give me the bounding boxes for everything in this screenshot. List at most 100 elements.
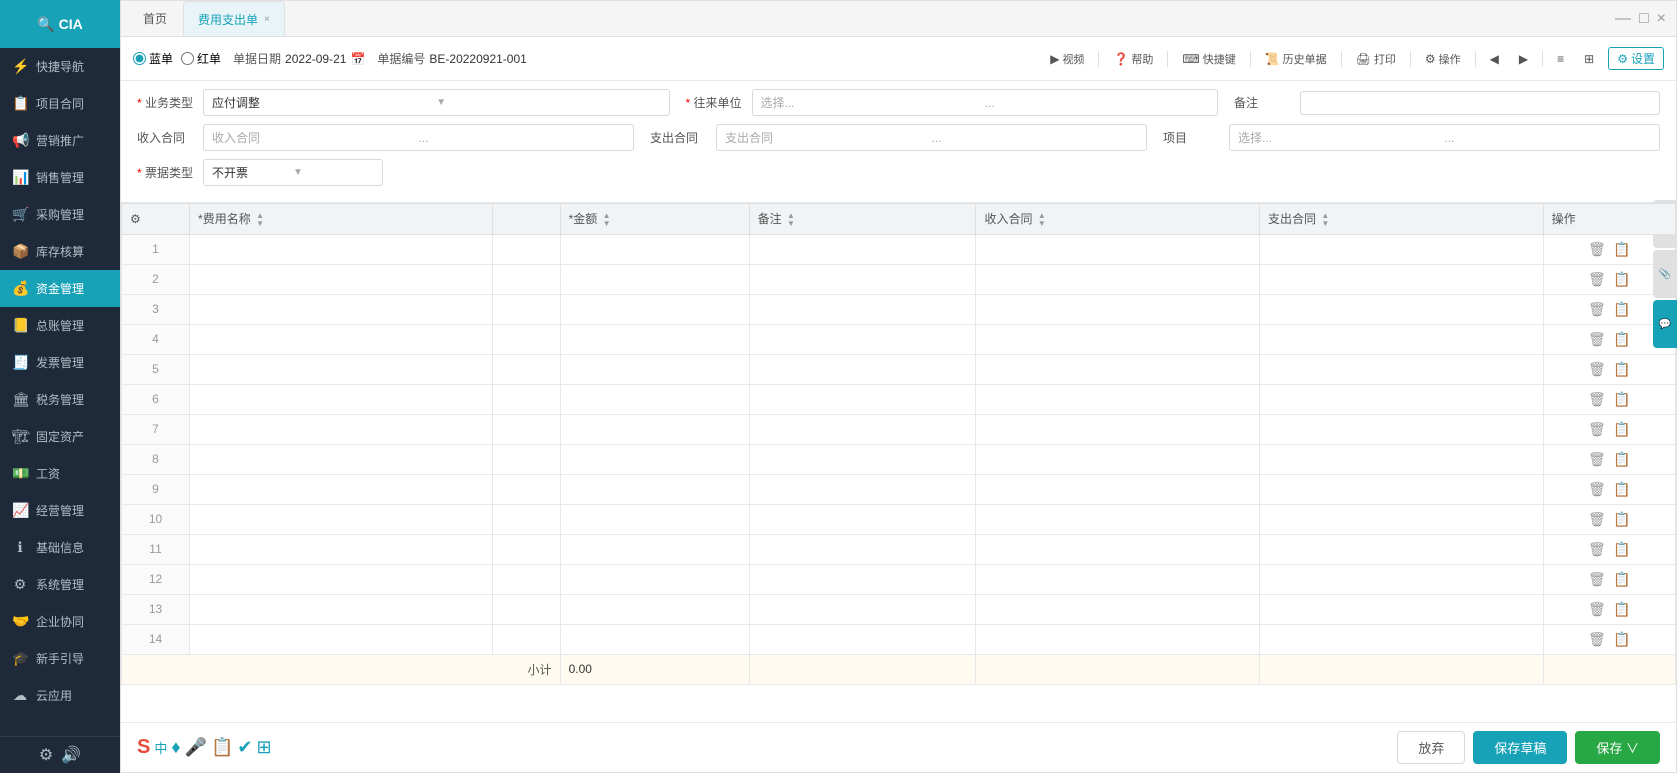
copy-icon[interactable]: 📋	[1613, 331, 1630, 347]
th-name[interactable]: *费用名称 ▲▼	[190, 204, 492, 235]
cell-expense-contract[interactable]	[1260, 324, 1544, 354]
diamond-icon[interactable]: ♦	[171, 737, 180, 758]
shortcut-button[interactable]: ⌨ 快捷键	[1176, 48, 1241, 70]
sidebar-item-sales[interactable]: 📊 销售管理	[0, 159, 120, 196]
cell-income-contract[interactable]	[976, 234, 1260, 264]
cell-income-contract[interactable]	[976, 474, 1260, 504]
cell-remark[interactable]	[749, 564, 976, 594]
th-expense-contract[interactable]: 支出合同 ▲▼	[1260, 204, 1544, 235]
cell-amount[interactable]	[560, 354, 749, 384]
cell-name[interactable]	[190, 444, 492, 474]
sidebar-item-tax[interactable]: 🏛 税务管理	[0, 381, 120, 418]
cell-expense-contract[interactable]	[1260, 354, 1544, 384]
sidebar-item-system[interactable]: ⚙ 系统管理	[0, 566, 120, 603]
cell-income-contract[interactable]	[976, 534, 1260, 564]
sidebar-item-payroll[interactable]: 💵 工资	[0, 455, 120, 492]
sidebar-item-fixed-assets[interactable]: 🏗 固定资产	[0, 418, 120, 455]
cell-income-contract[interactable]	[976, 594, 1260, 624]
cell-income-contract[interactable]	[976, 354, 1260, 384]
sidebar-item-cloud-apps[interactable]: ☁ 云应用	[0, 677, 120, 714]
tab-close-icon[interactable]: ×	[264, 14, 270, 25]
copy-icon[interactable]: 📋	[1613, 571, 1630, 587]
cell-remark[interactable]	[749, 534, 976, 564]
cell-remark[interactable]	[749, 324, 976, 354]
cell-amount[interactable]	[560, 414, 749, 444]
action-button[interactable]: ⚙ 操作	[1419, 48, 1467, 70]
cell-remark[interactable]	[749, 384, 976, 414]
cell-amount[interactable]	[560, 474, 749, 504]
cell-income-contract[interactable]	[976, 504, 1260, 534]
cell-amount[interactable]	[560, 294, 749, 324]
cell-expense-contract[interactable]	[1260, 264, 1544, 294]
cell-amount[interactable]	[560, 264, 749, 294]
copy-icon[interactable]: 📋	[1613, 511, 1630, 527]
sidebar-item-project-contract[interactable]: 📋 项目合同	[0, 85, 120, 122]
cell-amount[interactable]	[560, 504, 749, 534]
delete-icon[interactable]: 🗑	[1588, 631, 1606, 647]
blue-bill-radio[interactable]	[133, 52, 146, 65]
copy-icon[interactable]: 📋	[1613, 301, 1630, 317]
delete-icon[interactable]: 🗑	[1588, 541, 1606, 557]
window-close-button[interactable]: ×	[1655, 8, 1668, 30]
side-float-clip[interactable]: 📎	[1653, 250, 1677, 298]
delete-icon[interactable]: 🗑	[1588, 391, 1606, 407]
cell-name[interactable]	[190, 564, 492, 594]
cell-income-contract[interactable]	[976, 294, 1260, 324]
cell-amount[interactable]	[560, 444, 749, 474]
sidebar-item-basic-info[interactable]: ℹ 基础信息	[0, 529, 120, 566]
cell-remark[interactable]	[749, 354, 976, 384]
copy-icon[interactable]: 📋	[1613, 541, 1630, 557]
cell-amount[interactable]	[560, 234, 749, 264]
cell-remark[interactable]	[749, 264, 976, 294]
copy-icon[interactable]: 📋	[1613, 451, 1630, 467]
copy-icon[interactable]: 📋	[1613, 241, 1630, 257]
cell-name[interactable]	[190, 264, 492, 294]
sidebar-item-quick-nav[interactable]: ⚡ 快捷导航	[0, 48, 120, 85]
cell-amount[interactable]	[560, 594, 749, 624]
tab-home[interactable]: 首页	[129, 1, 181, 36]
delete-icon[interactable]: 🗑	[1588, 571, 1606, 587]
cell-remark[interactable]	[749, 294, 976, 324]
copy-icon[interactable]: 📋	[1613, 361, 1630, 377]
cell-amount[interactable]	[560, 564, 749, 594]
th-income-contract[interactable]: 收入合同 ▲▼	[976, 204, 1260, 235]
sidebar-item-invoice[interactable]: 🧾 发票管理	[0, 344, 120, 381]
delete-icon[interactable]: 🗑	[1588, 241, 1606, 257]
cell-remark[interactable]	[749, 594, 976, 624]
grid-icon[interactable]: ⊞	[256, 737, 271, 758]
cell-remark[interactable]	[749, 474, 976, 504]
cell-income-contract[interactable]	[976, 564, 1260, 594]
history-button[interactable]: 📜 历史单据	[1259, 48, 1333, 70]
sidebar-item-inventory[interactable]: 📦 库存核算	[0, 233, 120, 270]
list-view-button[interactable]: ≡	[1551, 49, 1570, 69]
delete-icon[interactable]: 🗑	[1588, 271, 1606, 287]
side-float-chat[interactable]: 💬	[1653, 300, 1677, 348]
delete-icon[interactable]: 🗑	[1588, 331, 1606, 347]
cell-expense-contract[interactable]	[1260, 504, 1544, 534]
cell-name[interactable]	[190, 414, 492, 444]
copy-icon[interactable]: 📋	[1613, 421, 1630, 437]
cell-expense-contract[interactable]	[1260, 384, 1544, 414]
cell-income-contract[interactable]	[976, 414, 1260, 444]
tab-expense[interactable]: 费用支出单 ×	[183, 1, 285, 36]
cell-remark[interactable]	[749, 504, 976, 534]
cell-expense-contract[interactable]	[1260, 534, 1544, 564]
cell-remark[interactable]	[749, 444, 976, 474]
delete-icon[interactable]: 🗑	[1588, 301, 1606, 317]
cell-income-contract[interactable]	[976, 624, 1260, 654]
sidebar-item-ledger[interactable]: 📒 总账管理	[0, 307, 120, 344]
cell-expense-contract[interactable]	[1260, 444, 1544, 474]
next-button[interactable]: ▶	[1513, 49, 1534, 69]
window-maximize-button[interactable]: □	[1637, 8, 1651, 30]
mic-icon[interactable]: 🎤	[185, 737, 207, 758]
grid-view-button[interactable]: ⊞	[1578, 49, 1600, 69]
business-type-select[interactable]: 应付调整 ▼	[203, 89, 670, 116]
delete-icon[interactable]: 🗑	[1588, 511, 1606, 527]
cell-income-contract[interactable]	[976, 444, 1260, 474]
cell-amount[interactable]	[560, 624, 749, 654]
red-bill-radio[interactable]	[181, 52, 194, 65]
delete-icon[interactable]: 🗑	[1588, 361, 1606, 377]
invoice-type-select[interactable]: 不开票 ▼	[203, 159, 383, 186]
cell-name[interactable]	[190, 294, 492, 324]
sidebar-item-marketing[interactable]: 📢 营销推广	[0, 122, 120, 159]
